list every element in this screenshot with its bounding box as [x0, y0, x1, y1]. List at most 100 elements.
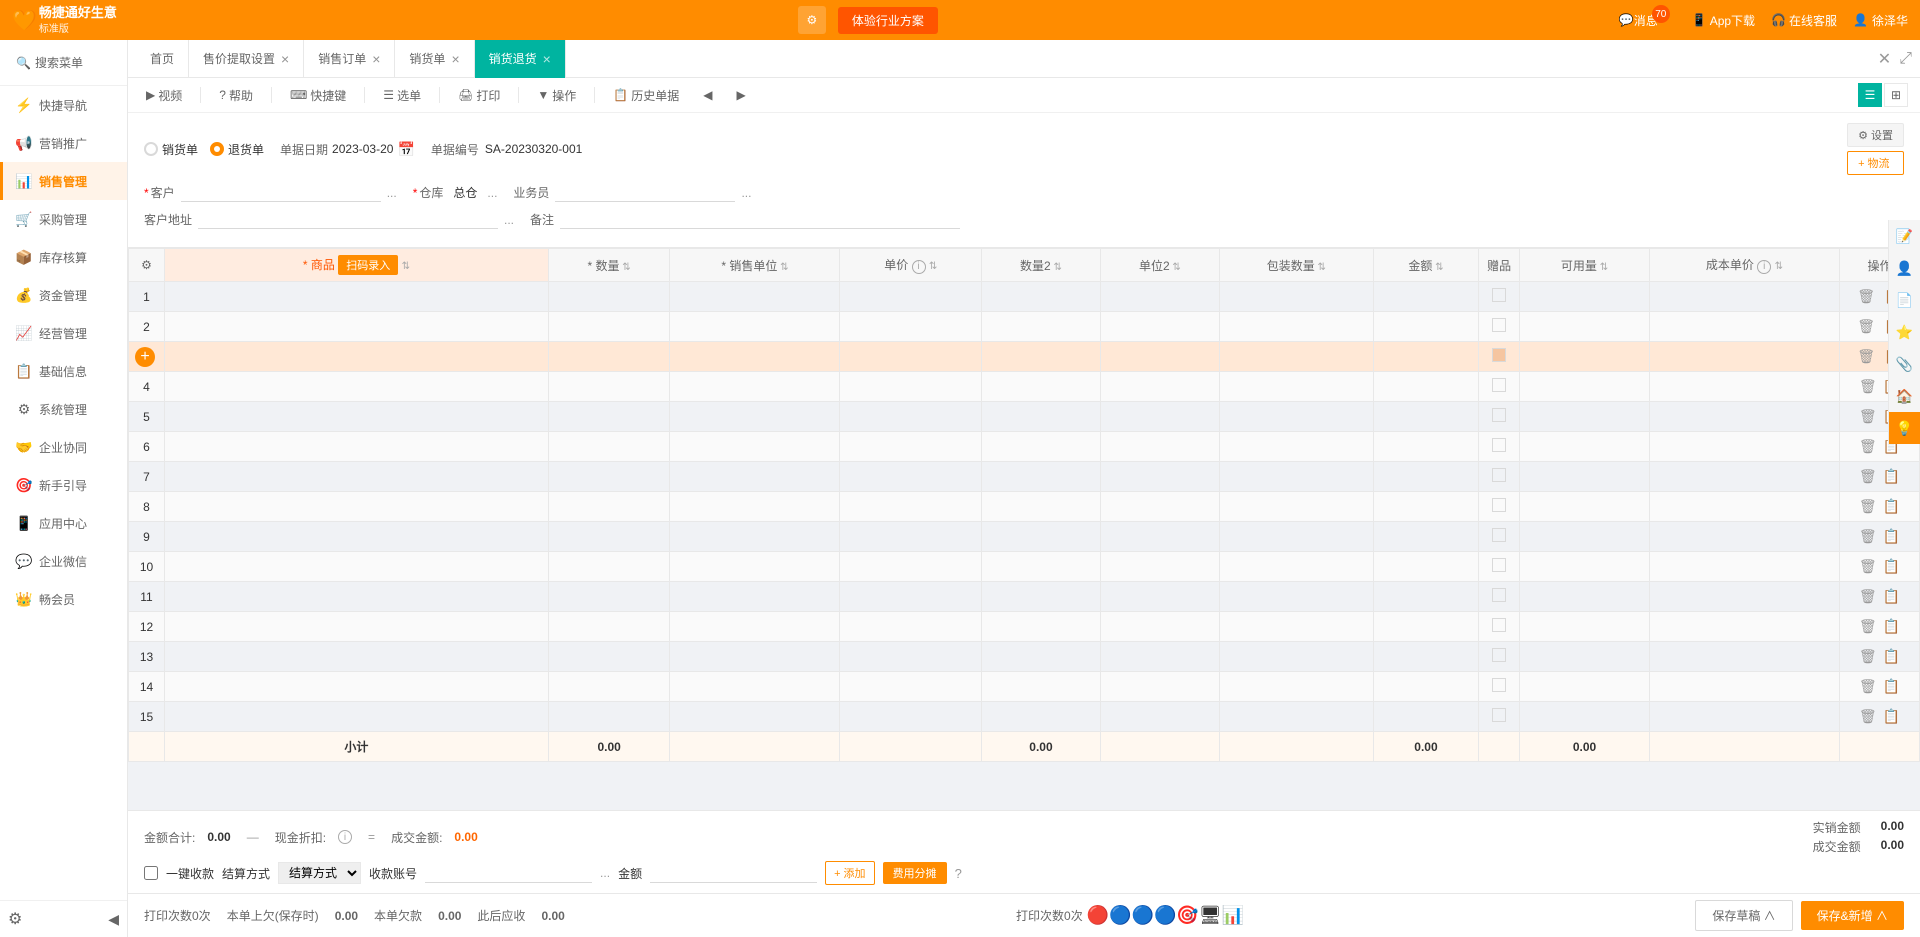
row-1-quantity2[interactable] [982, 282, 1101, 312]
user-area[interactable]: 👤 徐泽华 [1853, 12, 1908, 29]
row-3-pack-qty[interactable] [1219, 342, 1373, 372]
row-2-quantity[interactable] [548, 312, 670, 342]
row-3-sales-unit[interactable] [670, 342, 840, 372]
th-unit-price[interactable]: 单价 i [840, 249, 982, 282]
cost-price-info-icon[interactable]: i [1757, 260, 1771, 274]
shortcut-btn[interactable]: ⌨ 快捷键 [284, 85, 352, 106]
operation-btn[interactable]: ▼ 操作 [531, 85, 582, 106]
sidebar-item-quick-nav[interactable]: ⚡ 快捷导航 [0, 86, 127, 124]
sidebar-item-marketing[interactable]: 📢 营销推广 [0, 124, 127, 162]
salesperson-dots[interactable]: ... [741, 186, 751, 200]
remark-input[interactable] [560, 210, 960, 229]
service-btn[interactable]: 🎧 在线客服 [1771, 12, 1837, 29]
row-1-sales-unit[interactable] [670, 282, 840, 312]
sidebar-item-operations[interactable]: 📈 经营管理 [0, 314, 127, 352]
row-12-product[interactable] [165, 612, 549, 642]
row-1-cost-price[interactable] [1649, 282, 1839, 312]
row-2-pack-qty[interactable] [1219, 312, 1373, 342]
row-7-product[interactable] [165, 462, 549, 492]
fee-split-btn[interactable]: 费用分摊 [883, 862, 947, 884]
row-1-available[interactable] [1520, 282, 1650, 312]
save-draft-btn[interactable]: 保存草稿 ∧ [1695, 900, 1792, 931]
row-3-quantity2[interactable] [982, 342, 1101, 372]
row-1-pack-qty[interactable] [1219, 282, 1373, 312]
th-quantity2[interactable]: 数量2 [982, 249, 1101, 282]
th-product[interactable]: * 商品 扫码录入 [165, 249, 549, 282]
row-2-product[interactable] [165, 312, 549, 342]
tab-sales-return[interactable]: 销货退货 × [475, 40, 566, 78]
sidebar-item-inventory[interactable]: 📦 库存核算 [0, 238, 127, 276]
address-input[interactable] [198, 210, 498, 229]
view-grid-btn[interactable]: ⊞ [1884, 83, 1908, 107]
row-3-unit2[interactable] [1100, 342, 1219, 372]
add-payment-btn[interactable]: + 添加 [825, 861, 874, 885]
sidebar-item-enterprise-wechat[interactable]: 💬 企业微信 [0, 542, 127, 580]
row-1-delete-icon[interactable]: 🗑 [1857, 288, 1875, 304]
nav-next-btn[interactable]: ▶ [730, 86, 751, 104]
th-cost-price[interactable]: 成本单价 i [1649, 249, 1839, 282]
nav-prev-btn[interactable]: ◀ [697, 86, 718, 104]
add-row-btn[interactable]: + [135, 347, 155, 367]
th-available[interactable]: 可用量 [1520, 249, 1650, 282]
amount-input[interactable] [650, 864, 817, 883]
tab-sales-order-close[interactable]: × [372, 51, 380, 67]
tab-sales-delivery[interactable]: 销货单 × [395, 40, 474, 78]
row-1-quantity[interactable] [548, 282, 670, 312]
th-amount[interactable]: 金额 [1373, 249, 1478, 282]
calendar-icon[interactable]: 📅 [397, 141, 414, 158]
salesperson-input[interactable] [555, 183, 735, 202]
message-btn[interactable]: 💬 消息 70 [1619, 11, 1676, 29]
row-2-amount[interactable] [1373, 312, 1478, 342]
radio-return[interactable]: 退货单 [210, 141, 264, 158]
row-3-product-input[interactable] [171, 349, 542, 364]
search-menu-btn[interactable]: 🔍 搜索菜单 [8, 48, 119, 77]
sidebar-item-finance[interactable]: 💰 资金管理 [0, 276, 127, 314]
row-3-cost-price[interactable] [1649, 342, 1839, 372]
row-14-product[interactable] [165, 672, 549, 702]
row-3-add[interactable]: + [129, 342, 165, 372]
unit-price-info-icon[interactable]: i [912, 260, 926, 274]
row-1-gift-checkbox[interactable] [1492, 288, 1506, 302]
sidebar-item-member[interactable]: 👑 畅会员 [0, 580, 127, 618]
row-1-amount[interactable] [1373, 282, 1478, 312]
row-3-gift[interactable] [1479, 342, 1520, 372]
account-dots[interactable]: ... [600, 866, 610, 880]
row-3-available[interactable] [1520, 342, 1650, 372]
th-settings[interactable]: ⚙ [129, 249, 165, 282]
row-3-gift-checkbox[interactable] [1492, 348, 1506, 362]
tab-price-setting-close[interactable]: × [281, 51, 289, 67]
customer-dots[interactable]: ... [387, 186, 397, 200]
row-2-gift[interactable] [1479, 312, 1520, 342]
row-15-product[interactable] [165, 702, 549, 732]
row-2-sales-unit[interactable] [670, 312, 840, 342]
scan-btn[interactable]: 扫码录入 [338, 255, 398, 275]
row-2-gift-checkbox[interactable] [1492, 318, 1506, 332]
row-3-product[interactable] [165, 342, 549, 372]
tab-sales-order[interactable]: 销售订单 × [304, 40, 395, 78]
row-1-unit2[interactable] [1100, 282, 1219, 312]
help-btn[interactable]: ? 帮助 [213, 85, 259, 106]
float-btn-2[interactable]: 👤 [1888, 252, 1920, 284]
row-1-gift[interactable] [1479, 282, 1520, 312]
save-new-btn[interactable]: 保存&新增 ∧ [1801, 901, 1904, 930]
row-3-delete-icon[interactable]: 🗑 [1857, 348, 1875, 364]
row-2-unit2[interactable] [1100, 312, 1219, 342]
logistics-btn[interactable]: + 物流 [1847, 151, 1904, 175]
sidebar-item-enterprise[interactable]: 🤝 企业协同 [0, 428, 127, 466]
float-btn-3[interactable]: 📄 [1888, 284, 1920, 316]
float-btn-4[interactable]: ⭐ [1888, 316, 1920, 348]
view-list-btn[interactable]: ☰ [1858, 83, 1882, 107]
one-click-payment-checkbox[interactable] [144, 866, 158, 880]
row-5-product[interactable] [165, 402, 549, 432]
row-13-product[interactable] [165, 642, 549, 672]
sidebar-collapse-icon[interactable]: ◀ [108, 911, 119, 928]
row-2-available[interactable] [1520, 312, 1650, 342]
row-3-amount[interactable] [1373, 342, 1478, 372]
th-unit2[interactable]: 单位2 [1100, 249, 1219, 282]
float-btn-5[interactable]: 📎 [1888, 348, 1920, 380]
float-btn-7[interactable]: 💡 [1888, 412, 1920, 444]
row-6-product[interactable] [165, 432, 549, 462]
calc-method-select[interactable]: 结算方式 [278, 862, 361, 884]
row-8-product[interactable] [165, 492, 549, 522]
gear-icon[interactable]: ⚙ [798, 6, 826, 34]
